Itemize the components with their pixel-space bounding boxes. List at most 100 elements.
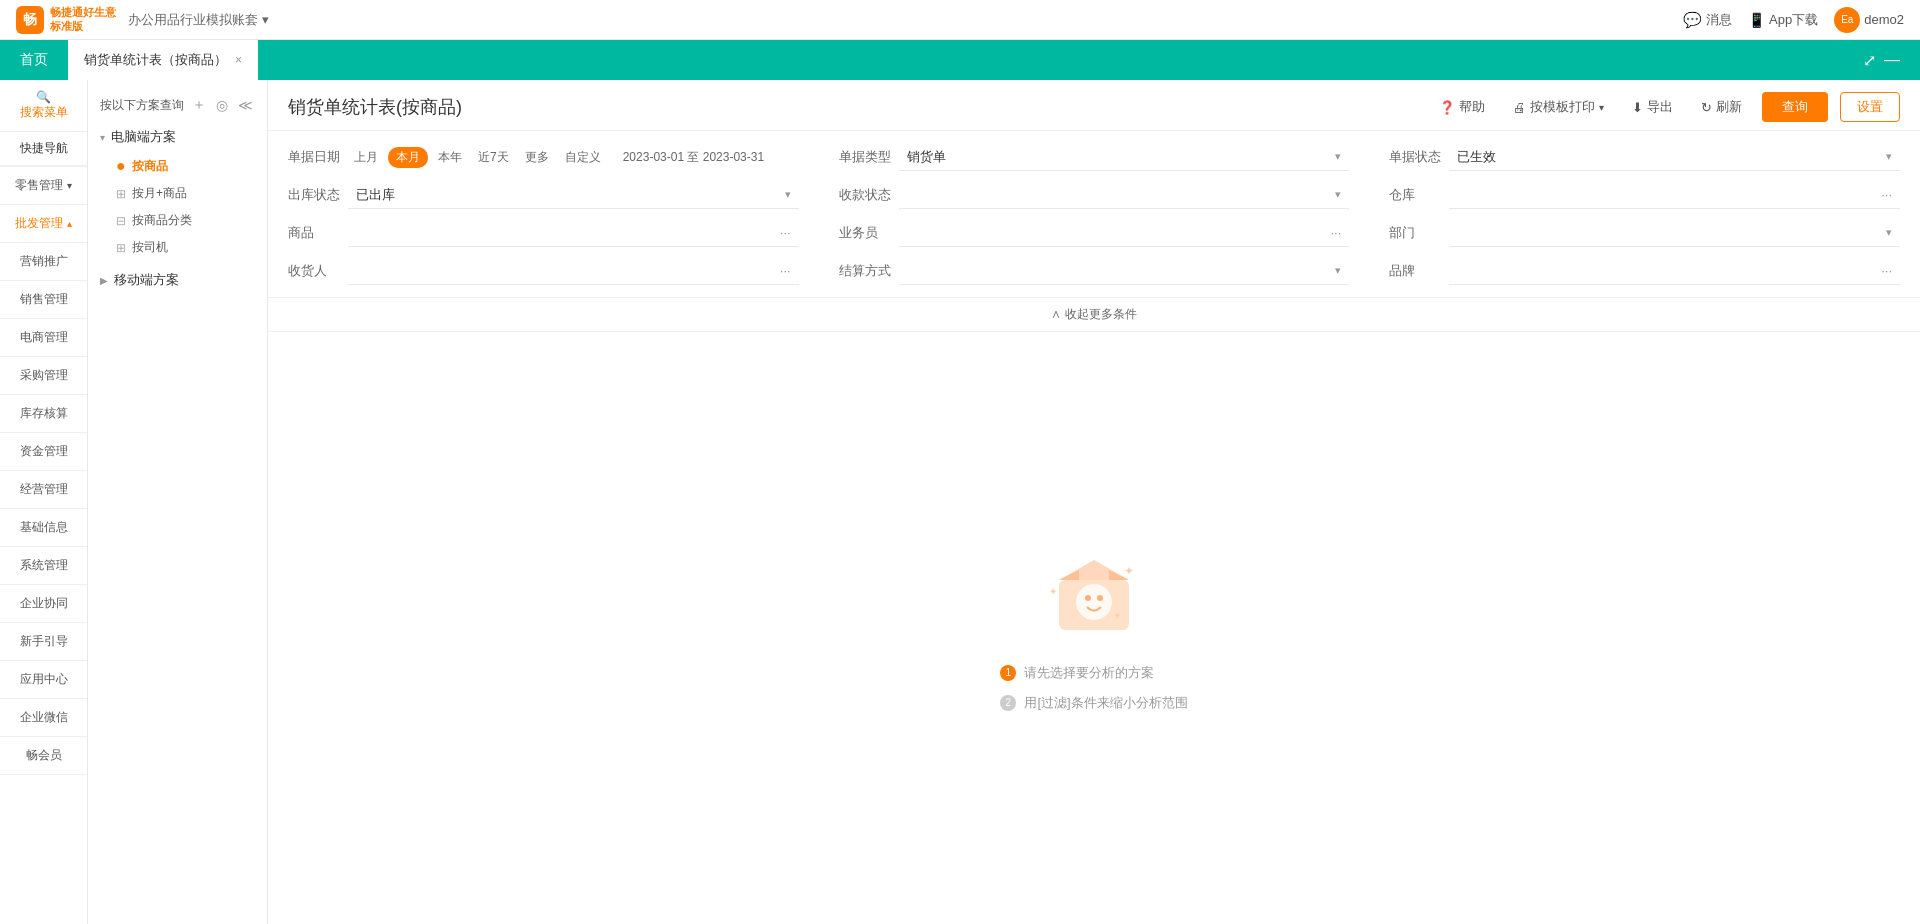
recipient-dots[interactable]: ··· (780, 263, 791, 278)
sidebar-item-appcenter[interactable]: 应用中心 (0, 661, 87, 699)
help-icon: ❓ (1439, 100, 1455, 115)
settings-button[interactable]: 设置 (1840, 92, 1900, 122)
tree-item-by-month-goods[interactable]: ⊞ 按月+商品 (88, 180, 267, 207)
user-menu[interactable]: Ea demo2 (1834, 7, 1904, 33)
sidebar-item-finance[interactable]: 资金管理 (0, 433, 87, 471)
refresh-button[interactable]: ↻ 刷新 (1693, 94, 1750, 120)
message-button[interactable]: 💬 消息 (1683, 11, 1732, 29)
salesman-dots[interactable]: ··· (1331, 225, 1342, 240)
goods-label: 商品 (288, 224, 348, 242)
doctype-label: 单据类型 (839, 148, 899, 166)
tree-item-by-goods[interactable]: ● 按商品 (88, 152, 267, 180)
filter-item-warehouse: 仓库 ··· (1369, 181, 1900, 209)
date-tab-lastmonth[interactable]: 上月 (348, 147, 384, 168)
sidebar-item-inventory[interactable]: 库存核算 (0, 395, 87, 433)
search-icon: 🔍 (36, 90, 51, 104)
left-panel-header: 按以下方案查询 ＋ ◎ ≪ (88, 88, 267, 122)
brand-control[interactable]: ··· (1449, 257, 1900, 285)
sidebar-search[interactable]: 🔍 搜索菜单 (0, 80, 87, 132)
query-button[interactable]: 查询 (1762, 92, 1828, 122)
date-tab-thisyear[interactable]: 本年 (432, 147, 468, 168)
collapse-panel-button[interactable]: ≪ (236, 95, 255, 115)
sidebar-item-ecommerce[interactable]: 电商管理 (0, 319, 87, 357)
filter-row-4: 收货人 ··· 结算方式 ▾ 品牌 (288, 257, 1900, 285)
tab-home[interactable]: 首页 (0, 40, 68, 80)
chevron-down-icon: ▾ (100, 132, 105, 143)
help-button[interactable]: ❓ 帮助 (1431, 94, 1493, 120)
page-main: 销货单统计表(按商品) ❓ 帮助 🖨 按模板打印 ▾ ⬇ 导出 (268, 80, 1920, 924)
paymentmethod-control[interactable]: ▾ (899, 257, 1350, 285)
sidebar-item-sales[interactable]: 销售管理 (0, 281, 87, 319)
filter-row-3: 商品 ··· 业务员 ··· 部门 (288, 219, 1900, 247)
goods-control[interactable]: ··· (348, 219, 799, 247)
collapse-bar[interactable]: ∧ 收起更多条件 (268, 298, 1920, 332)
sidebar-item-member[interactable]: 畅会员 (0, 737, 87, 775)
empty-text: 1 请先选择要分析的方案 2 用[过滤]条件来缩小分析范围 (1000, 660, 1187, 716)
svg-marker-2 (1059, 570, 1079, 580)
tree-item-by-goods-category[interactable]: ⊟ 按商品分类 (88, 207, 267, 234)
tree-group-mobile[interactable]: ▶ 移动端方案 (88, 265, 267, 295)
sidebar-item-marketing[interactable]: 营销推广 (0, 243, 87, 281)
docstatus-arrow-icon: ▾ (1886, 150, 1892, 163)
recipient-control[interactable]: ··· (348, 257, 799, 285)
sidebar-quicknav[interactable]: 快捷导航 (0, 132, 87, 166)
date-tab-more[interactable]: 更多 (519, 147, 555, 168)
logo-area: 畅 畅捷通好生意 标准版 (16, 6, 116, 34)
filter-area: 单据日期 上月 本月 本年 近7天 更多 自定义 2023-03-01 至 20… (268, 131, 1920, 298)
paymentstatus-control[interactable]: ▾ (899, 181, 1350, 209)
date-tab-thismonth[interactable]: 本月 (388, 147, 428, 168)
topbar-left: 畅 畅捷通好生意 标准版 办公用品行业模拟账套 ▾ (16, 6, 269, 34)
step1-dot: 1 (1000, 665, 1016, 681)
industry-selector[interactable]: 办公用品行业模拟账套 ▾ (128, 11, 269, 29)
dept-arrow-icon: ▾ (1886, 226, 1892, 239)
message-icon: 💬 (1683, 11, 1702, 29)
sidebar-item-wechat[interactable]: 企业微信 (0, 699, 87, 737)
sidebar-item-enterprise[interactable]: 企业协同 (0, 585, 87, 623)
print-icon: 🖨 (1513, 100, 1526, 115)
brand-dots[interactable]: ··· (1881, 263, 1892, 278)
warehousestatus-control[interactable]: 已出库 ▾ (348, 181, 799, 209)
sidebar-item-system[interactable]: 系统管理 (0, 547, 87, 585)
page-actions: ❓ 帮助 🖨 按模板打印 ▾ ⬇ 导出 ↻ 刷新 (1431, 92, 1900, 122)
dept-control[interactable]: ▾ (1449, 219, 1900, 247)
sidebar-item-retail[interactable]: 零售管理 ▾ (0, 167, 87, 205)
sidebar-item-basic[interactable]: 基础信息 (0, 509, 87, 547)
salesman-label: 业务员 (839, 224, 899, 242)
salesman-control[interactable]: ··· (899, 219, 1350, 247)
date-tab-custom[interactable]: 自定义 (559, 147, 607, 168)
export-icon: ⬇ (1632, 100, 1643, 115)
date-control: 上月 本月 本年 近7天 更多 自定义 2023-03-01 至 2023-03… (348, 147, 799, 168)
app-download-button[interactable]: 📱 App下载 (1748, 11, 1818, 29)
goods-dots[interactable]: ··· (780, 225, 791, 240)
export-button[interactable]: ⬇ 导出 (1624, 94, 1681, 120)
doctype-arrow-icon: ▾ (1335, 150, 1341, 163)
restore-icon[interactable]: ⤢ (1863, 51, 1876, 70)
tab-active[interactable]: 销货单统计表（按商品） × (68, 40, 258, 80)
sidebar-item-newuser[interactable]: 新手引导 (0, 623, 87, 661)
date-tabs: 上月 本月 本年 近7天 更多 自定义 (348, 147, 607, 168)
min-icon[interactable]: — (1884, 51, 1900, 70)
filter-item-doctype: 单据类型 销货单 ▾ (819, 143, 1370, 171)
tree-group-desktop[interactable]: ▾ 电脑端方案 (88, 122, 267, 152)
date-range-display: 2023-03-01 至 2023-03-31 (623, 149, 764, 166)
filter-item-warehouse-status: 出库状态 已出库 ▾ (288, 181, 819, 209)
sidebar-item-operations[interactable]: 经营管理 (0, 471, 87, 509)
left-panel: 按以下方案查询 ＋ ◎ ≪ ▾ 电脑端方案 ● 按商品 ⊞ 按月+商品 ⊟ 按商… (88, 80, 268, 924)
date-tab-7days[interactable]: 近7天 (472, 147, 515, 168)
tree-item-by-driver[interactable]: ⊞ 按司机 (88, 234, 267, 261)
docstatus-control[interactable]: 已生效 ▾ (1449, 143, 1900, 171)
add-scheme-button[interactable]: ＋ (190, 94, 208, 116)
settings-scheme-button[interactable]: ◎ (214, 95, 230, 115)
recipient-label: 收货人 (288, 262, 348, 280)
avatar: Ea (1834, 7, 1860, 33)
doctype-control[interactable]: 销货单 ▾ (899, 143, 1350, 171)
warehouse-control[interactable]: ··· (1449, 181, 1900, 209)
template-print-button[interactable]: 🖨 按模板打印 ▾ (1505, 94, 1612, 120)
tab-close-icon[interactable]: × (235, 53, 242, 67)
warehouse-dots[interactable]: ··· (1881, 187, 1892, 202)
brand-label: 品牌 (1389, 262, 1449, 280)
chevron-right-icon: ▶ (100, 275, 108, 286)
sidebar-item-procurement[interactable]: 采购管理 (0, 357, 87, 395)
paymentmethod-arrow-icon: ▾ (1335, 264, 1341, 277)
sidebar-item-wholesale[interactable]: 批发管理 ▴ (0, 205, 87, 243)
